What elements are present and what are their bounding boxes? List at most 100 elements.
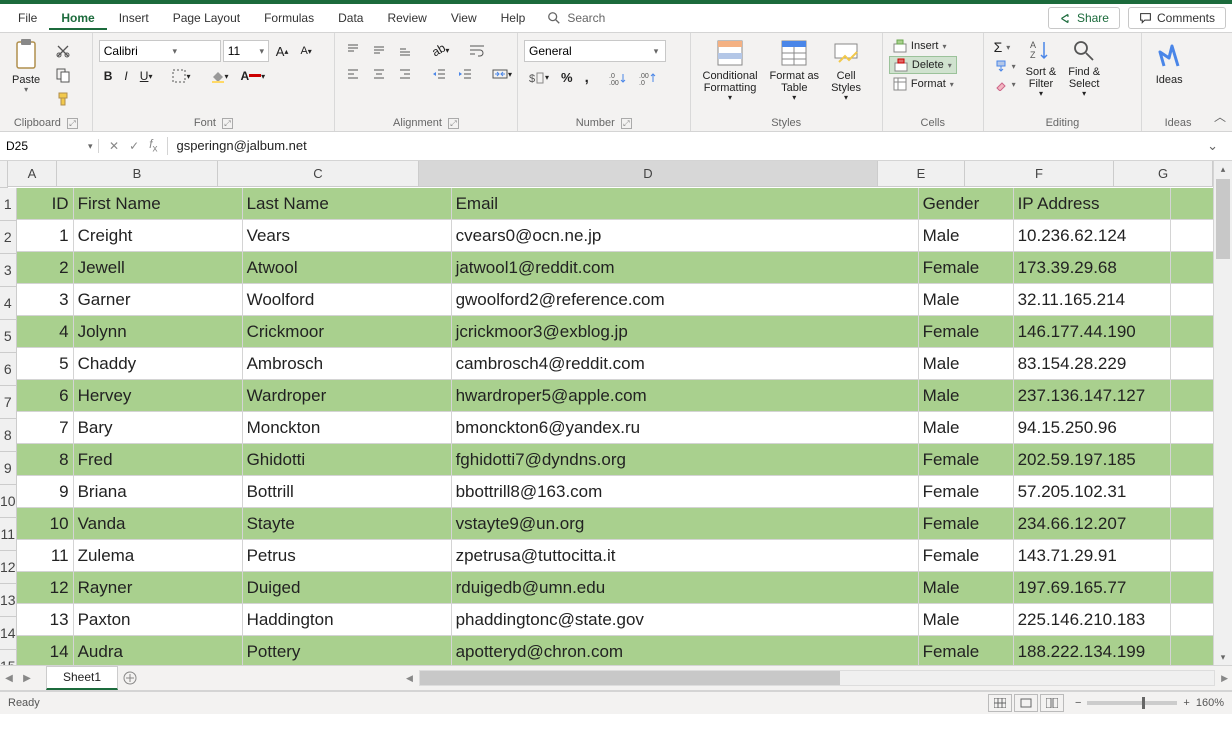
cell[interactable]: 13 xyxy=(17,604,74,636)
cell[interactable]: 2 xyxy=(17,252,74,284)
cell[interactable]: 7 xyxy=(17,412,74,444)
cell[interactable]: Stayte xyxy=(243,508,452,540)
menu-tab-help[interactable]: Help xyxy=(489,7,538,30)
vertical-scrollbar[interactable]: ▴ ▾ xyxy=(1213,161,1232,665)
row-head-3[interactable]: 3 xyxy=(0,254,17,287)
col-head-G[interactable]: G xyxy=(1114,161,1213,187)
cell[interactable]: Male xyxy=(919,412,1014,444)
cell[interactable] xyxy=(1171,412,1213,444)
ideas-button[interactable]: Ideas xyxy=(1148,36,1190,88)
expand-formula-icon[interactable]: ⌄ xyxy=(1207,138,1218,154)
cell[interactable]: bbottrill8@163.com xyxy=(452,476,919,508)
cell[interactable]: Rayner xyxy=(74,572,243,604)
cell[interactable]: Pottery xyxy=(243,636,452,665)
cell[interactable]: Jolynn xyxy=(74,316,243,348)
cell[interactable]: 143.71.29.91 xyxy=(1014,540,1171,572)
merge-button[interactable]: ▾ xyxy=(487,64,517,84)
font-color-button[interactable]: A▾ xyxy=(235,66,270,86)
cell[interactable]: Fred xyxy=(74,444,243,476)
header-cell[interactable]: Email xyxy=(452,188,919,220)
conditional-formatting-button[interactable]: Conditional Formatting▾ xyxy=(697,36,764,105)
cell[interactable]: bmonckton6@yandex.ru xyxy=(452,412,919,444)
row-head-14[interactable]: 14 xyxy=(0,617,17,650)
collapse-ribbon-button[interactable]: ︿ xyxy=(1214,108,1226,125)
comma-format-button[interactable]: , xyxy=(580,66,594,89)
row-head-7[interactable]: 7 xyxy=(0,386,17,419)
cell[interactable]: vstayte9@un.org xyxy=(452,508,919,540)
zoom-level[interactable]: 160% xyxy=(1196,697,1224,709)
normal-view-button[interactable] xyxy=(988,694,1012,712)
tell-me-search[interactable]: Search xyxy=(537,7,615,29)
format-painter-button[interactable] xyxy=(50,88,76,110)
cell[interactable] xyxy=(1171,220,1213,252)
cell[interactable] xyxy=(1171,380,1213,412)
row-head-2[interactable]: 2 xyxy=(0,221,17,254)
cell[interactable]: fghidotti7@dyndns.org xyxy=(452,444,919,476)
fill-button[interactable]: ▾ xyxy=(990,58,1020,74)
header-cell[interactable]: IP Address xyxy=(1014,188,1171,220)
copy-button[interactable] xyxy=(50,64,76,86)
cell[interactable] xyxy=(1171,476,1213,508)
cell[interactable]: Female xyxy=(919,540,1014,572)
col-head-B[interactable]: B xyxy=(57,161,218,187)
cell[interactable]: Hervey xyxy=(74,380,243,412)
col-head-A[interactable]: A xyxy=(8,161,57,187)
row-head-13[interactable]: 13 xyxy=(0,584,17,617)
cell[interactable]: zpetrusa@tuttocitta.it xyxy=(452,540,919,572)
align-center-button[interactable] xyxy=(367,64,391,84)
format-cells-button[interactable]: Format▾ xyxy=(889,76,958,92)
sheet-nav-prev-icon[interactable]: ◀ xyxy=(0,666,18,690)
cell[interactable]: 225.146.210.183 xyxy=(1014,604,1171,636)
cell[interactable]: Ambrosch xyxy=(243,348,452,380)
cell[interactable]: 146.177.44.190 xyxy=(1014,316,1171,348)
cell[interactable]: Female xyxy=(919,316,1014,348)
sheet-nav-next-icon[interactable]: ▶ xyxy=(18,666,36,690)
row-head-11[interactable]: 11 xyxy=(0,518,17,551)
cell[interactable]: rduigedb@umn.edu xyxy=(452,572,919,604)
cell[interactable] xyxy=(1171,252,1213,284)
dialog-launcher-icon[interactable]: ⤢ xyxy=(448,118,459,129)
cell[interactable]: Male xyxy=(919,572,1014,604)
align-left-button[interactable] xyxy=(341,64,365,84)
align-top-button[interactable] xyxy=(341,40,365,60)
menu-tab-view[interactable]: View xyxy=(439,7,489,30)
comments-button[interactable]: Comments xyxy=(1128,7,1226,29)
cell[interactable]: Ghidotti xyxy=(243,444,452,476)
menu-tab-page-layout[interactable]: Page Layout xyxy=(161,7,252,30)
cell[interactable] xyxy=(1171,572,1213,604)
share-button[interactable]: Share xyxy=(1048,7,1120,29)
new-sheet-button[interactable] xyxy=(118,666,142,690)
increase-font-button[interactable]: A▴ xyxy=(271,41,294,62)
cell[interactable]: 5 xyxy=(17,348,74,380)
col-head-F[interactable]: F xyxy=(965,161,1114,187)
decrease-font-button[interactable]: A▾ xyxy=(295,42,316,60)
cell[interactable]: 234.66.12.207 xyxy=(1014,508,1171,540)
cell[interactable]: 197.69.165.77 xyxy=(1014,572,1171,604)
cell[interactable]: Briana xyxy=(74,476,243,508)
cell[interactable]: 12 xyxy=(17,572,74,604)
cell[interactable]: Male xyxy=(919,220,1014,252)
cell[interactable]: Male xyxy=(919,348,1014,380)
zoom-out-button[interactable]: − xyxy=(1075,697,1081,709)
cell[interactable]: Chaddy xyxy=(74,348,243,380)
cell[interactable]: 57.205.102.31 xyxy=(1014,476,1171,508)
page-layout-view-button[interactable] xyxy=(1014,694,1038,712)
cell[interactable]: Atwool xyxy=(243,252,452,284)
menu-tab-data[interactable]: Data xyxy=(326,7,375,30)
menu-tab-home[interactable]: Home xyxy=(49,7,106,30)
cell[interactable]: Female xyxy=(919,508,1014,540)
cell[interactable]: 237.136.147.127 xyxy=(1014,380,1171,412)
cell[interactable]: 10.236.62.124 xyxy=(1014,220,1171,252)
cell[interactable]: 14 xyxy=(17,636,74,665)
fill-color-button[interactable]: ▾ xyxy=(205,66,233,86)
enter-formula-icon[interactable]: ✓ xyxy=(129,139,139,153)
cell[interactable]: Male xyxy=(919,284,1014,316)
cell[interactable]: 173.39.29.68 xyxy=(1014,252,1171,284)
col-head-E[interactable]: E xyxy=(878,161,965,187)
borders-button[interactable]: ▾ xyxy=(167,66,195,86)
cell[interactable]: Zulema xyxy=(74,540,243,572)
select-all-button[interactable] xyxy=(0,161,8,188)
cell[interactable]: Duiged xyxy=(243,572,452,604)
number-format-combo[interactable]: ▾ xyxy=(524,40,666,62)
row-head-4[interactable]: 4 xyxy=(0,287,17,320)
